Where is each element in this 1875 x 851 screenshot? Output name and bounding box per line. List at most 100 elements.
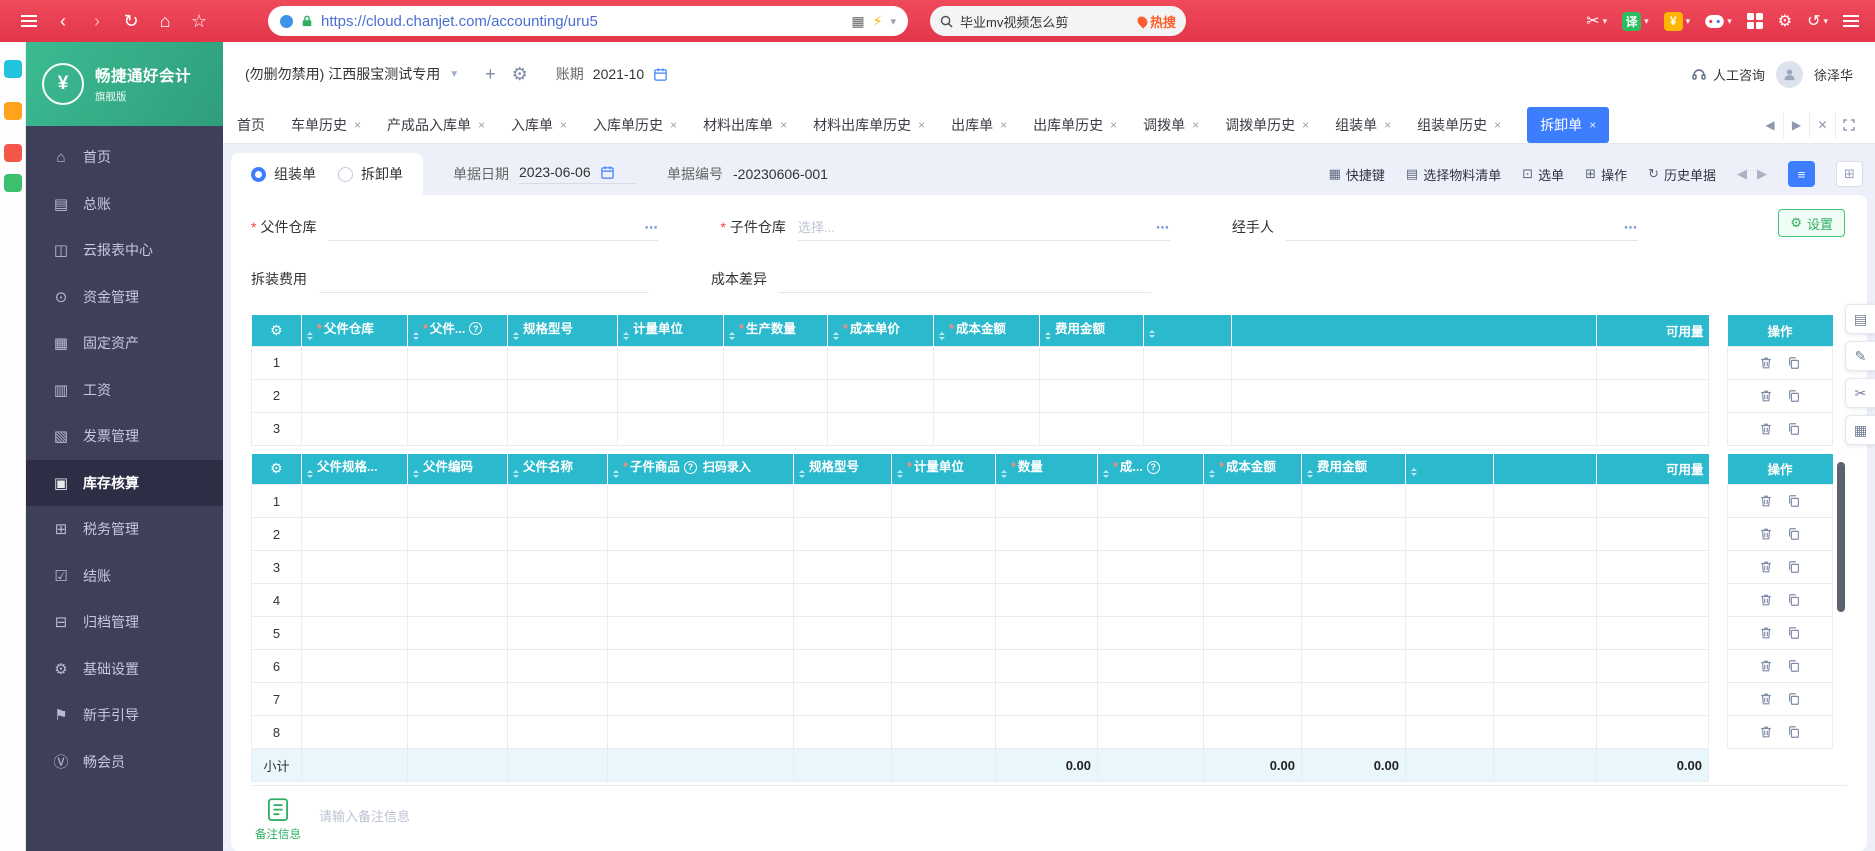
sort-icon[interactable] xyxy=(799,467,805,481)
sidebar-item-guide[interactable]: ⚑ 新手引导 xyxy=(26,692,223,739)
tab[interactable]: 组装单 × xyxy=(1335,115,1391,135)
sort-icon[interactable] xyxy=(1307,467,1313,481)
table-cell[interactable] xyxy=(407,616,508,650)
table-cell[interactable] xyxy=(1097,682,1204,716)
address-dropdown-icon[interactable]: ▾ xyxy=(890,15,896,28)
tab[interactable]: 出库单历史 × xyxy=(1033,115,1117,135)
close-tab-icon[interactable]: × xyxy=(780,118,787,132)
copy-row-icon[interactable] xyxy=(1785,492,1803,510)
list-view-toggle[interactable]: ≡ xyxy=(1788,161,1815,187)
username[interactable]: 徐泽华 xyxy=(1814,65,1853,84)
table-cell[interactable] xyxy=(301,484,408,518)
table-cell[interactable] xyxy=(1493,682,1597,716)
info-icon[interactable]: ? xyxy=(683,460,697,474)
table-cell[interactable] xyxy=(607,583,794,617)
back-icon[interactable]: ‹ xyxy=(46,4,80,38)
column-header[interactable]: 父件编码 xyxy=(407,453,508,485)
table-cell[interactable] xyxy=(1203,484,1302,518)
sort-icon[interactable] xyxy=(729,329,735,343)
table-cell[interactable] xyxy=(1493,550,1597,584)
table-cell[interactable] xyxy=(1203,649,1302,683)
browser-search[interactable]: 毕业mv视频怎么剪 热搜 xyxy=(930,6,1186,36)
scrollbar-thumb[interactable] xyxy=(1837,462,1845,612)
game-icon[interactable]: ▾ xyxy=(1705,14,1732,28)
table-cell[interactable] xyxy=(827,411,934,446)
table-cell[interactable] xyxy=(301,550,408,584)
delete-row-icon[interactable] xyxy=(1757,492,1775,510)
table-cell[interactable] xyxy=(723,345,828,380)
table-cell[interactable] xyxy=(507,484,608,518)
close-tab-icon[interactable]: × xyxy=(478,118,485,132)
sort-icon[interactable] xyxy=(939,329,945,343)
delete-row-icon[interactable] xyxy=(1757,525,1775,543)
table-cell[interactable] xyxy=(1203,583,1302,617)
sidebar-item-salary[interactable]: ▥ 工资 xyxy=(26,367,223,414)
table-cell[interactable] xyxy=(1301,616,1406,650)
field-input[interactable] xyxy=(779,267,1151,293)
tab[interactable]: 入库单历史 × xyxy=(593,115,677,135)
column-header[interactable]: * 生产数量 xyxy=(723,315,828,346)
table-cell[interactable] xyxy=(891,616,996,650)
table-cell[interactable] xyxy=(1596,484,1709,518)
sidebar-item-member[interactable]: Ⓥ 畅会员 xyxy=(26,739,223,786)
table-cell[interactable] xyxy=(1097,550,1204,584)
column-header[interactable]: 费用金额 xyxy=(1039,315,1144,346)
home-icon[interactable]: ⌂ xyxy=(148,4,182,38)
table-cell[interactable] xyxy=(1493,649,1597,683)
account-selector[interactable]: (勿删勿禁用) 江西服宝测试专用 ▼ xyxy=(245,64,459,84)
close-tab-icon[interactable]: × xyxy=(1302,118,1309,132)
doc-type-radio[interactable]: 拆卸单 xyxy=(338,164,403,184)
copy-row-icon[interactable] xyxy=(1785,420,1803,438)
sort-icon[interactable] xyxy=(623,329,629,343)
table-cell[interactable] xyxy=(1493,715,1597,749)
tabs-close-icon[interactable]: ✕ xyxy=(1809,111,1835,138)
sort-icon[interactable] xyxy=(307,329,313,343)
copy-row-icon[interactable] xyxy=(1785,354,1803,372)
table-cell[interactable] xyxy=(301,616,408,650)
ellipsis-icon[interactable]: ⋯ xyxy=(1624,220,1638,236)
table-cell[interactable] xyxy=(995,517,1098,551)
delete-row-icon[interactable] xyxy=(1757,723,1775,741)
table-cell[interactable] xyxy=(607,649,794,683)
close-tab-icon[interactable]: × xyxy=(1384,118,1391,132)
doc-type-radio[interactable]: 组装单 xyxy=(251,164,316,184)
table-cell[interactable] xyxy=(1231,411,1597,446)
table-cell[interactable] xyxy=(301,682,408,716)
doc-date-field[interactable]: 2023-06-06 xyxy=(519,164,637,184)
calendar-icon[interactable] xyxy=(653,67,668,82)
table-cell[interactable] xyxy=(301,715,408,749)
table-cell[interactable] xyxy=(301,649,408,683)
column-header[interactable]: * 成本金额 xyxy=(1203,453,1302,485)
column-header[interactable]: 父件名称 xyxy=(507,453,608,485)
table-cell[interactable] xyxy=(933,345,1040,380)
table-cell[interactable] xyxy=(407,682,508,716)
table-cell[interactable] xyxy=(407,550,508,584)
table-cell[interactable] xyxy=(1405,550,1494,584)
table-cell[interactable] xyxy=(723,378,828,413)
sidebar-item-settings[interactable]: ⚙ 基础设置 xyxy=(26,646,223,693)
column-header[interactable]: * 父件仓库 xyxy=(301,315,408,346)
table-cell[interactable] xyxy=(1097,583,1204,617)
forward-icon[interactable]: › xyxy=(80,4,114,38)
column-header[interactable]: 父件规格... xyxy=(301,453,408,485)
table-cell[interactable] xyxy=(995,682,1098,716)
copy-row-icon[interactable] xyxy=(1785,690,1803,708)
sidebar-item-assets[interactable]: ▦ 固定资产 xyxy=(26,320,223,367)
column-header[interactable] xyxy=(1405,453,1494,485)
sidebar-item-report[interactable]: ◫ 云报表中心 xyxy=(26,227,223,274)
table-cell[interactable] xyxy=(1231,345,1597,380)
table-cell[interactable] xyxy=(1301,550,1406,584)
favorite-icon[interactable]: ☆ xyxy=(182,4,216,38)
table-cell[interactable] xyxy=(407,583,508,617)
table-cell[interactable] xyxy=(1097,484,1204,518)
table-cell[interactable] xyxy=(507,378,618,413)
action-history[interactable]: ↻ 历史单据 xyxy=(1648,165,1716,184)
delete-row-icon[interactable] xyxy=(1757,420,1775,438)
copy-row-icon[interactable] xyxy=(1785,591,1803,609)
table-cell[interactable] xyxy=(1405,517,1494,551)
sort-icon[interactable] xyxy=(513,467,519,481)
table-cell[interactable] xyxy=(1405,649,1494,683)
table-cell[interactable] xyxy=(507,682,608,716)
table-cell[interactable] xyxy=(1203,550,1302,584)
close-tab-icon[interactable]: × xyxy=(1110,118,1117,132)
